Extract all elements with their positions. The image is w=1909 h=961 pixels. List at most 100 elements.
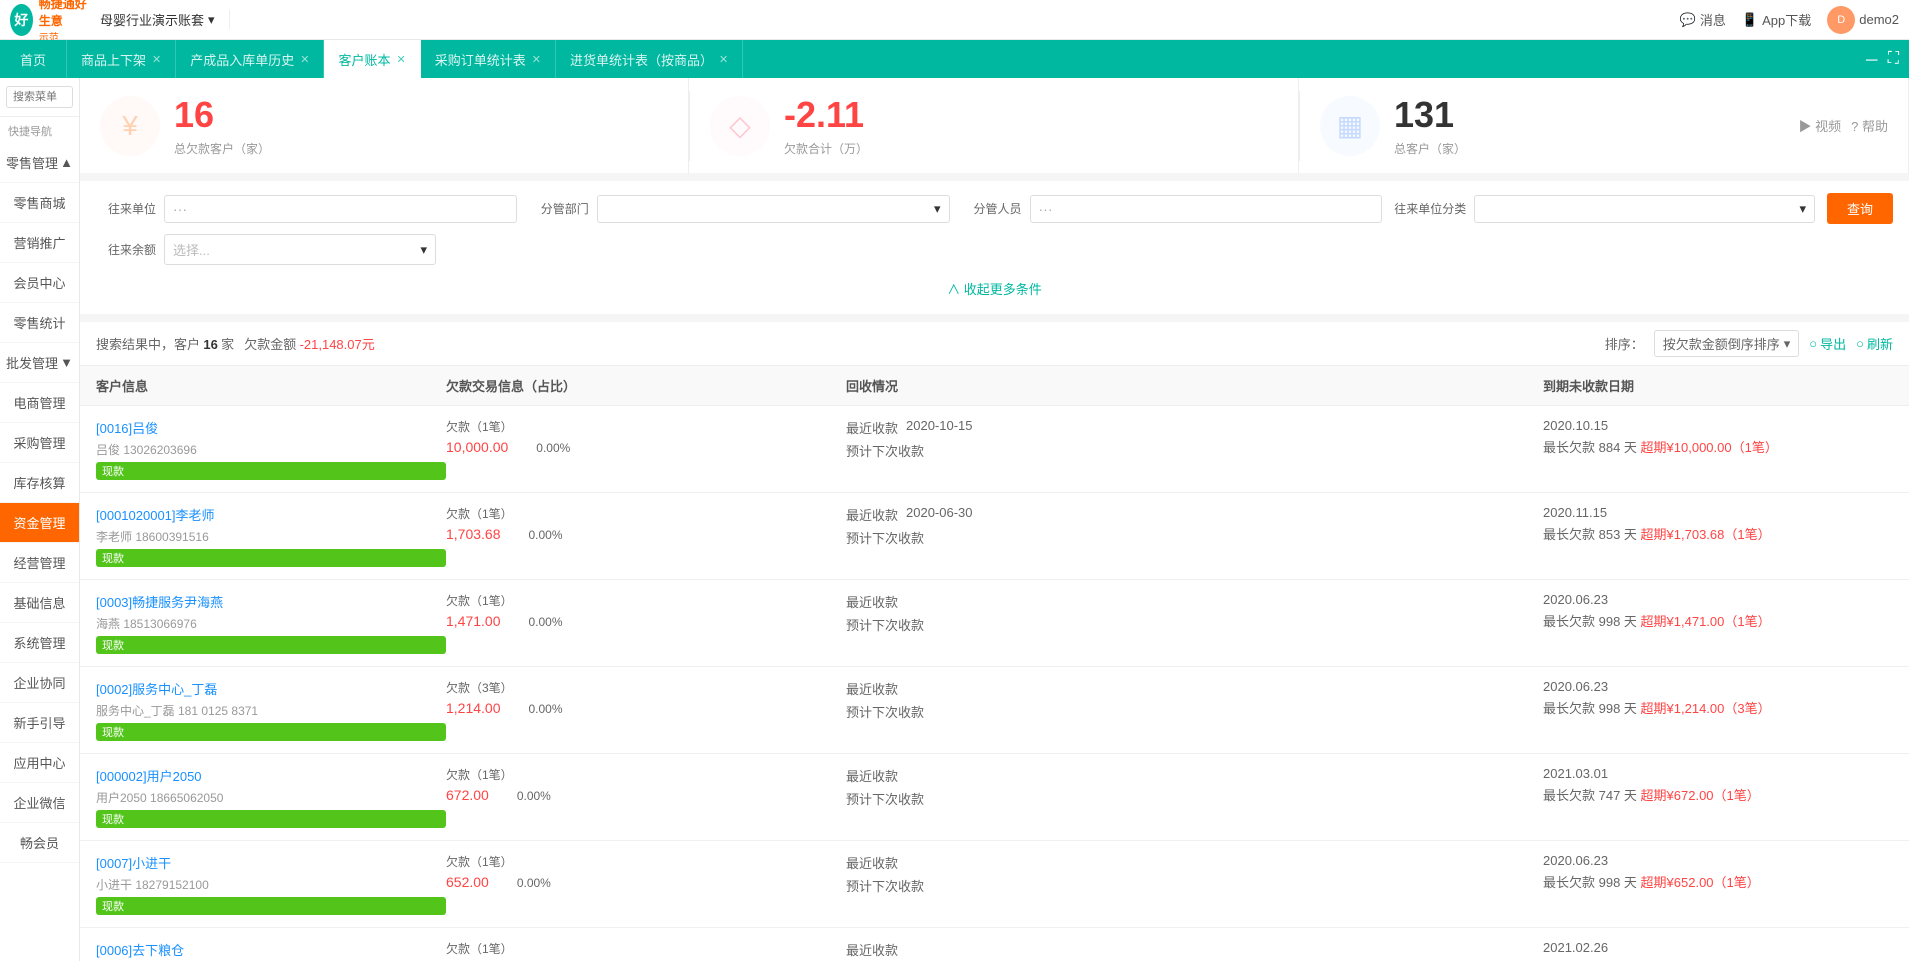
customer-phone-3: 服务中心_丁磊 181 0125 8371 <box>96 702 446 719</box>
table-row: [0016]吕俊 吕俊 13026203696 现款 欠款（1笔） 10,000… <box>80 406 1909 493</box>
sidebar-item-corp-wechat[interactable]: 企业微信 <box>0 783 79 823</box>
overdue-days-2: 最长欠款 998 天 超期¥1,471.00（1笔） <box>1543 611 1893 630</box>
tab-product-shelf[interactable]: 商品上下架 ✕ <box>67 40 176 78</box>
last-collect-label-6: 最近收款 <box>846 940 898 959</box>
customer-name-link-2[interactable]: [0003]畅捷服务尹海燕 <box>96 592 446 611</box>
tab-product-instock[interactable]: 产成品入库单历史 ✕ <box>176 40 324 78</box>
tab-close-icon[interactable]: ✕ <box>719 53 728 66</box>
customer-info-4: [000002]用户2050 用户2050 18665062050 现款 <box>96 766 446 828</box>
search-input[interactable] <box>6 86 73 108</box>
tab-close-icon[interactable]: ✕ <box>532 53 541 66</box>
stat-card-total-customers: ▦ 131 总客户（家） ▶ 视频 ? 帮助 <box>1300 78 1909 173</box>
app-download-btn[interactable]: 📱 App下载 <box>1742 10 1811 29</box>
refresh-btn[interactable]: ○ 刷新 <box>1856 334 1893 353</box>
tab-home[interactable]: 首页 <box>0 40 67 78</box>
sidebar-item-enterprise[interactable]: 企业协同 <box>0 663 79 703</box>
sidebar-item-retail-stat[interactable]: 零售统计 <box>0 303 79 343</box>
sidebar-item-batch-mgmt[interactable]: 批发管理 ▼ <box>0 343 79 383</box>
debt-ratio-2: 0.00% <box>529 615 563 629</box>
customer-info-5: [0007]小进干 小进干 18279152100 现款 <box>96 853 446 915</box>
overdue-detail-link-4[interactable]: 超期¥672.00（1笔） <box>1641 788 1760 803</box>
message-btn[interactable]: 💬 消息 <box>1680 10 1726 29</box>
export-btn[interactable]: ○ 导出 <box>1809 334 1846 353</box>
sidebar-item-finance[interactable]: 资金管理 <box>0 503 79 543</box>
overdue-info-3: 2020.06.23 最长欠款 998 天 超期¥1,214.00（3笔） <box>1543 679 1893 717</box>
debt-info-2: 欠款（1笔） 1,471.00 0.00% <box>446 592 846 629</box>
debt-count-6: 欠款（1笔） <box>446 940 513 957</box>
table-row: [0002]服务中心_丁磊 服务中心_丁磊 181 0125 8371 现款 欠… <box>80 667 1909 754</box>
video-btn[interactable]: ▶ 视频 <box>1798 116 1841 135</box>
tab-close-icon[interactable]: ✕ <box>300 53 309 66</box>
customer-name-link-3[interactable]: [0002]服务中心_丁磊 <box>96 679 446 698</box>
next-collect-1: 预计下次收款 <box>846 528 924 547</box>
tab-customer-account[interactable]: 客户账本 ✕ <box>324 40 420 78</box>
overdue-detail-link-0[interactable]: 超期¥10,000.00（1笔） <box>1641 440 1778 455</box>
col-header-overdue: 到期未收款日期 <box>1543 376 1893 395</box>
customer-info-6: [0006]去下粮仓 陈小帅 现款 <box>96 940 446 961</box>
user-profile[interactable]: D demo2 <box>1827 6 1899 34</box>
next-collect-2: 预计下次收款 <box>846 615 924 634</box>
overdue-days-4: 最长欠款 747 天 超期¥672.00（1笔） <box>1543 785 1893 804</box>
store-name: 母婴行业演示账套 <box>100 10 204 29</box>
category-label: 往来单位分类 <box>1394 200 1466 217</box>
tab-instock-stat[interactable]: 进货单统计表（按商品） ✕ <box>556 40 743 78</box>
origin-unit-input[interactable]: ··· <box>164 195 517 223</box>
sidebar-item-member[interactable]: 会员中心 <box>0 263 79 303</box>
sort-select[interactable]: 按欠款金额倒序排序 ▾ <box>1654 330 1800 357</box>
overdue-info-5: 2020.06.23 最长欠款 998 天 超期¥652.00（1笔） <box>1543 853 1893 891</box>
person-input[interactable]: ··· <box>1030 195 1383 223</box>
query-button[interactable]: 查询 <box>1827 193 1893 224</box>
tab-close-icon[interactable]: ✕ <box>397 53 406 66</box>
due-date-6: 2021.02.26 <box>1543 940 1893 955</box>
collapse-bar[interactable]: ∧ 收起更多条件 <box>96 275 1893 302</box>
sidebar-item-member-vip[interactable]: 畅会员 <box>0 823 79 863</box>
overdue-detail-link-5[interactable]: 超期¥652.00（1笔） <box>1641 875 1760 890</box>
overdue-days-1: 最长欠款 853 天 超期¥1,703.68（1笔） <box>1543 524 1893 543</box>
customer-name-link-5[interactable]: [0007]小进干 <box>96 853 446 872</box>
customer-name-link-1[interactable]: [0001020001]李老师 <box>96 505 446 524</box>
amount-label: 欠款金额 <box>244 337 296 352</box>
maximize-icon[interactable]: ⛶ <box>1888 50 1899 68</box>
tab-purchase-order[interactable]: 采购订单统计表 ✕ <box>421 40 556 78</box>
balance-label: 往来余额 <box>96 241 156 258</box>
sort-label: 排序： <box>1605 334 1644 353</box>
store-selector[interactable]: 母婴行业演示账套 ▾ <box>90 10 230 29</box>
chevron-down-icon: ▾ <box>934 201 941 217</box>
customer-name-link-0[interactable]: [0016]吕俊 <box>96 418 446 437</box>
collection-info-0: 最近收款 2020-10-15 预计下次收款 <box>846 418 1543 460</box>
sidebar-item-system[interactable]: 系统管理 <box>0 623 79 663</box>
sidebar-item-inventory[interactable]: 库存核算 <box>0 463 79 503</box>
overdue-detail-link-2[interactable]: 超期¥1,471.00（1笔） <box>1641 614 1771 629</box>
customer-name-link-4[interactable]: [000002]用户2050 <box>96 766 446 785</box>
results-bar: 搜索结果中，客户 16 家 欠款金额 -21,148.07元 排序： 按欠款金额… <box>80 322 1909 366</box>
overdue-detail-link-3[interactable]: 超期¥1,214.00（3笔） <box>1641 701 1771 716</box>
results-amount: -21,148.07元 <box>300 337 375 352</box>
stat-value-debt-customers: 16 <box>174 94 270 136</box>
sidebar-item-business-mgmt[interactable]: 经营管理 <box>0 543 79 583</box>
minimize-icon[interactable]: － <box>1864 47 1880 71</box>
logo: 好 畅捷通好生意 示范 <box>10 0 90 44</box>
sidebar-item-ecom-mgmt[interactable]: 电商管理 <box>0 383 79 423</box>
sidebar-item-retail-store[interactable]: 零售商城 <box>0 183 79 223</box>
sidebar-item-newbie[interactable]: 新手引导 <box>0 703 79 743</box>
customer-info-2: [0003]畅捷服务尹海燕 海燕 18513066976 现款 <box>96 592 446 654</box>
last-collect-date-0: 2020-10-15 <box>906 418 973 437</box>
sidebar-item-marketing[interactable]: 营销推广 <box>0 223 79 263</box>
stat-label-total-customers: 总客户（家） <box>1394 140 1466 157</box>
sidebar-item-basic-info[interactable]: 基础信息 <box>0 583 79 623</box>
balance-select[interactable]: 选择... ▾ <box>164 234 436 265</box>
overdue-detail-link-1[interactable]: 超期¥1,703.68（1笔） <box>1641 527 1771 542</box>
sidebar-item-purchase-mgmt[interactable]: 采购管理 <box>0 423 79 463</box>
debt-info-3: 欠款（3笔） 1,214.00 0.00% <box>446 679 846 716</box>
tab-close-icon[interactable]: ✕ <box>152 53 161 66</box>
sidebar-item-retail-mgmt[interactable]: 零售管理 ▲ <box>0 143 79 183</box>
dept-select[interactable]: ▾ <box>597 195 950 223</box>
help-btn[interactable]: ? 帮助 <box>1851 116 1888 135</box>
sidebar-item-app-center[interactable]: 应用中心 <box>0 743 79 783</box>
customer-name-link-6[interactable]: [0006]去下粮仓 <box>96 940 446 959</box>
collection-info-4: 最近收款 预计下次收款 <box>846 766 1543 808</box>
debt-info-4: 欠款（1笔） 672.00 0.00% <box>446 766 846 803</box>
category-select[interactable]: ▾ <box>1474 195 1815 223</box>
customer-tag-1: 现款 <box>96 549 446 567</box>
stat-icon-diamond: ◇ <box>710 96 770 156</box>
